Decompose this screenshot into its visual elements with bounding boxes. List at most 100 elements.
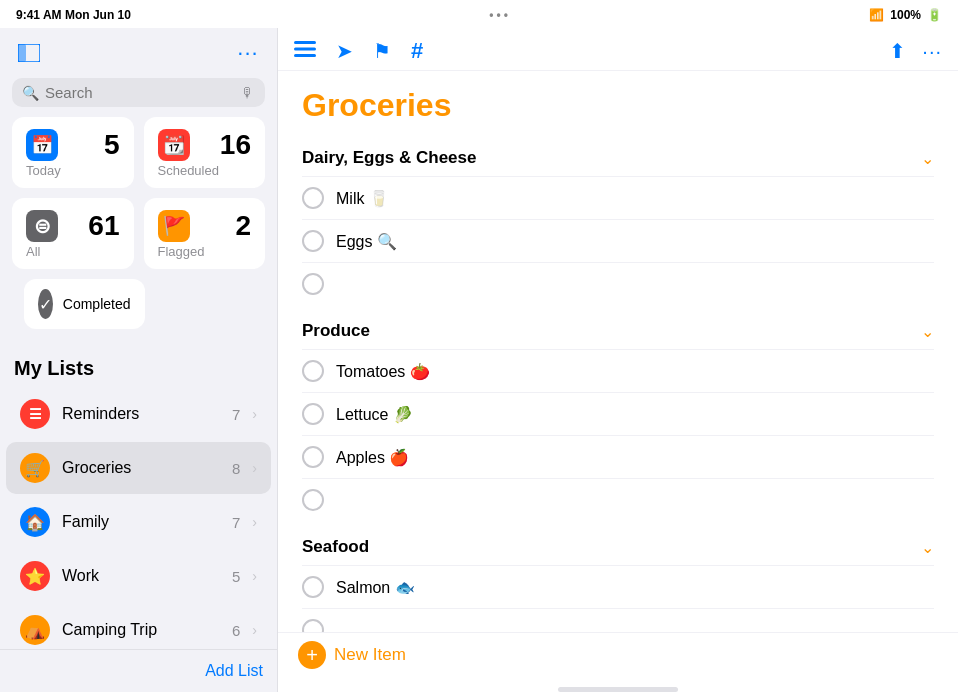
more-icon[interactable]: ···	[922, 40, 942, 63]
groceries-count: 8	[232, 460, 240, 477]
svg-rect-2	[294, 41, 316, 44]
camping-count: 6	[232, 622, 240, 639]
section-chevron-produce: ⌄	[921, 322, 934, 341]
new-item-button[interactable]: + New Item	[298, 641, 406, 669]
camping-icon: ⛺	[20, 615, 50, 645]
bullets-icon[interactable]	[294, 38, 316, 64]
chevron-right-icon: ›	[252, 406, 257, 422]
scheduled-count: 16	[220, 131, 251, 159]
reminder-item-salmon: Salmon 🐟	[302, 566, 934, 609]
reminder-item-eggs: Eggs 🔍	[302, 220, 934, 263]
reminder-text-apples: Apples 🍎	[336, 448, 409, 467]
section-title-dairy: Dairy, Eggs & Cheese	[302, 148, 476, 168]
completed-button[interactable]: ✓ Completed	[24, 279, 145, 329]
hash-icon[interactable]: #	[411, 38, 423, 64]
reminder-checkbox-milk[interactable]	[302, 187, 324, 209]
sidebar-item-family[interactable]: 🏠 Family 7 ›	[6, 496, 271, 548]
reminder-checkbox-apples[interactable]	[302, 446, 324, 468]
today-icon: 📅	[26, 129, 58, 161]
status-right: 📶 100% 🔋	[869, 8, 942, 22]
section-title-produce: Produce	[302, 321, 370, 341]
sidebar-item-camping[interactable]: ⛺ Camping Trip 6 ›	[6, 604, 271, 649]
sidebar-item-reminders[interactable]: ☰ Reminders 7 ›	[6, 388, 271, 440]
detail-pane: ➤ ⚑ # ⬆ ··· Groceries Dairy, Eggs & Chee…	[278, 28, 958, 692]
sidebar-item-work[interactable]: ⭐ Work 5 ›	[6, 550, 271, 602]
detail-toolbar: ➤ ⚑ # ⬆ ···	[278, 28, 958, 71]
detail-content: Groceries Dairy, Eggs & Cheese ⌄ Milk 🥛 …	[278, 71, 958, 632]
all-label: All	[26, 244, 120, 259]
add-circle-seafood	[302, 619, 324, 632]
status-time: 9:41 AM Mon Jun 10	[16, 8, 131, 22]
chevron-right-icon: ›	[252, 514, 257, 530]
home-indicator	[558, 687, 678, 692]
all-icon: ⊜	[26, 210, 58, 242]
bottom-bar: + New Item	[278, 632, 958, 681]
search-input[interactable]	[45, 84, 235, 101]
reminder-text-eggs: Eggs 🔍	[336, 232, 397, 251]
smart-lists-grid: 📅 5 Today 📆 16 Scheduled ⊜ 61 All	[0, 117, 277, 279]
sidebar-item-groceries[interactable]: 🛒 Groceries 8 ›	[6, 442, 271, 494]
section-header-seafood[interactable]: Seafood ⌄	[302, 529, 934, 566]
today-count: 5	[104, 131, 120, 159]
sidebar: ··· 🔍 🎙 📅 5 Today 📆 16 Scheduled	[0, 28, 278, 692]
lists-container: ☰ Reminders 7 › 🛒 Groceries 8 › 🏠 Family…	[0, 388, 277, 649]
add-row-produce[interactable]	[302, 479, 934, 521]
reminder-checkbox-salmon[interactable]	[302, 576, 324, 598]
toolbar-left-icons: ➤ ⚑ #	[294, 38, 423, 64]
flagged-label: Flagged	[158, 244, 252, 259]
family-count: 7	[232, 514, 240, 531]
section-chevron-seafood: ⌄	[921, 538, 934, 557]
reminders-count: 7	[232, 406, 240, 423]
smart-card-today[interactable]: 📅 5 Today	[12, 117, 134, 188]
reminder-item-apples: Apples 🍎	[302, 436, 934, 479]
reminder-item-lettuce: Lettuce 🥬	[302, 393, 934, 436]
groceries-icon: 🛒	[20, 453, 50, 483]
reminder-text-lettuce: Lettuce 🥬	[336, 405, 413, 424]
reminder-checkbox-lettuce[interactable]	[302, 403, 324, 425]
work-label: Work	[62, 567, 220, 585]
reminder-checkbox-eggs[interactable]	[302, 230, 324, 252]
add-circle-produce	[302, 489, 324, 511]
add-row-seafood[interactable]	[302, 609, 934, 632]
today-label: Today	[26, 163, 120, 178]
smart-card-scheduled[interactable]: 📆 16 Scheduled	[144, 117, 266, 188]
sidebar-toggle-button[interactable]	[14, 38, 44, 68]
reminder-text-salmon: Salmon 🐟	[336, 578, 415, 597]
section-dairy: Dairy, Eggs & Cheese ⌄ Milk 🥛 Eggs 🔍	[302, 140, 934, 305]
work-count: 5	[232, 568, 240, 585]
battery-text: 100%	[890, 8, 921, 22]
svg-rect-4	[294, 54, 316, 57]
flagged-icon: 🚩	[158, 210, 190, 242]
my-lists-header: My Lists	[0, 357, 277, 388]
microphone-icon[interactable]: 🎙	[241, 85, 255, 101]
smart-card-flagged[interactable]: 🚩 2 Flagged	[144, 198, 266, 269]
reminders-label: Reminders	[62, 405, 220, 423]
smart-card-all[interactable]: ⊜ 61 All	[12, 198, 134, 269]
location-icon[interactable]: ➤	[336, 39, 353, 63]
section-header-dairy[interactable]: Dairy, Eggs & Cheese ⌄	[302, 140, 934, 177]
camping-label: Camping Trip	[62, 621, 220, 639]
chevron-right-icon: ›	[252, 568, 257, 584]
family-label: Family	[62, 513, 220, 531]
new-item-label: New Item	[334, 645, 406, 665]
section-chevron-dairy: ⌄	[921, 149, 934, 168]
toolbar-right-icons: ⬆ ···	[889, 39, 942, 63]
new-item-plus-icon: +	[298, 641, 326, 669]
share-icon[interactable]: ⬆	[889, 39, 906, 63]
status-center-dots: •••	[489, 8, 511, 22]
reminder-text-tomatoes: Tomatoes 🍅	[336, 362, 430, 381]
flagged-count: 2	[235, 212, 251, 240]
status-bar: 9:41 AM Mon Jun 10 ••• 📶 100% 🔋	[0, 0, 958, 28]
completed-label: Completed	[63, 296, 131, 312]
add-list-button[interactable]: Add List	[0, 649, 277, 692]
flag-icon[interactable]: ⚑	[373, 39, 391, 63]
reminder-checkbox-tomatoes[interactable]	[302, 360, 324, 382]
section-header-produce[interactable]: Produce ⌄	[302, 313, 934, 350]
section-seafood: Seafood ⌄ Salmon 🐟	[302, 529, 934, 632]
svg-rect-0	[18, 44, 26, 62]
add-row-dairy[interactable]	[302, 263, 934, 305]
all-count: 61	[88, 212, 119, 240]
chevron-right-icon: ›	[252, 622, 257, 638]
search-bar[interactable]: 🔍 🎙	[12, 78, 265, 107]
sidebar-more-button[interactable]: ···	[233, 38, 263, 68]
